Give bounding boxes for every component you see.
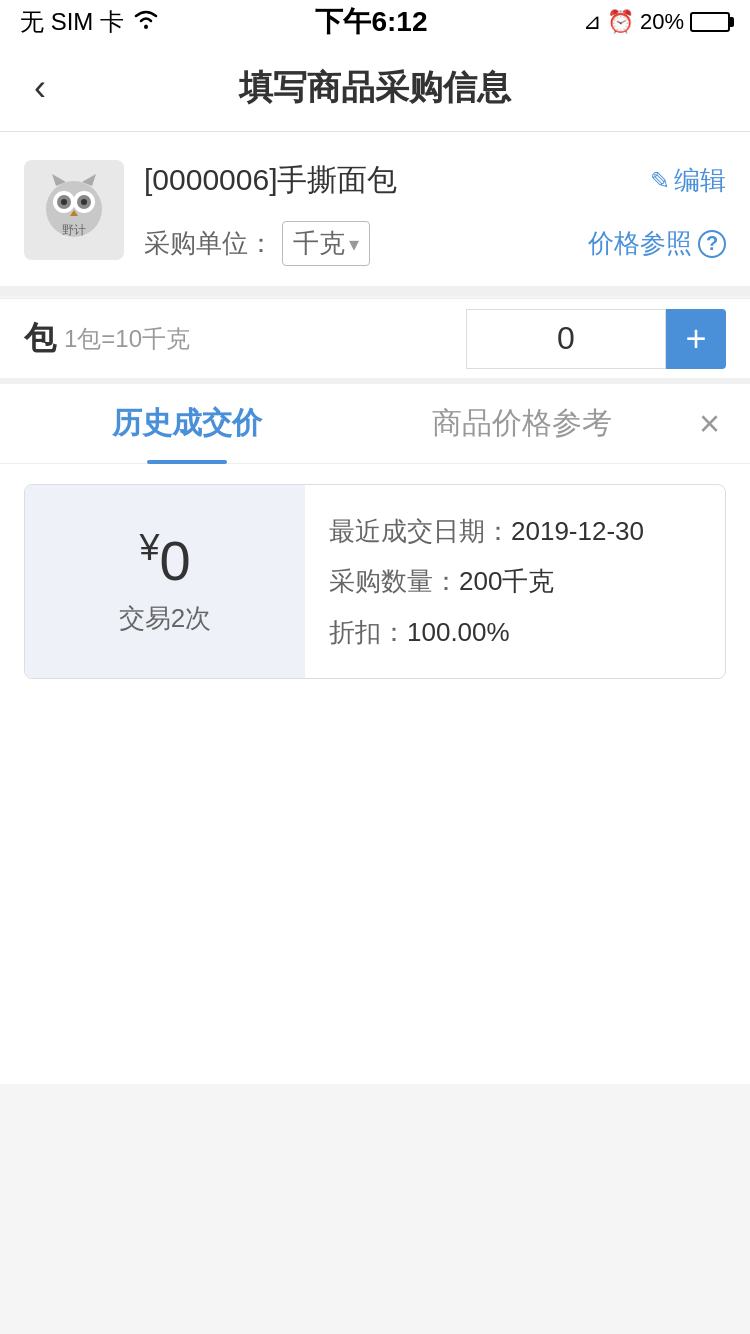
quantity-unit-char: 包	[24, 317, 56, 361]
quantity-input[interactable]: 0	[466, 309, 666, 369]
status-time: 下午6:12	[315, 3, 427, 41]
svg-point-6	[61, 199, 67, 205]
svg-point-0	[144, 25, 148, 29]
quantity-value: 0	[557, 320, 575, 357]
price-display: ¥0	[139, 527, 190, 593]
battery-icon	[690, 12, 730, 32]
transaction-count: 交易2次	[119, 601, 211, 636]
nav-bar: ‹ 填写商品采购信息	[0, 44, 750, 132]
product-thumbnail: 野计	[24, 160, 124, 260]
location-icon: ⊿	[583, 9, 601, 35]
section-divider	[0, 286, 750, 296]
back-button[interactable]: ‹	[24, 57, 56, 119]
edit-icon: ✎	[650, 167, 670, 195]
status-left: 无 SIM 卡	[20, 6, 160, 38]
quantity-label: 包 1包=10千克	[24, 317, 190, 361]
tab-history-label: 历史成交价	[112, 403, 262, 444]
no-sim-text: 无 SIM 卡	[20, 6, 124, 38]
quantity-plus-button[interactable]: +	[666, 309, 726, 369]
tab-close-button[interactable]: ×	[689, 393, 730, 455]
wifi-icon	[132, 8, 160, 36]
price-ref-label: 价格参照	[588, 226, 692, 261]
price-ref-icon: ?	[698, 230, 726, 258]
tab-price-ref-label: 商品价格参考	[432, 403, 612, 444]
page-title: 填写商品采购信息	[239, 65, 511, 111]
quantity-unit-desc: 1包=10千克	[64, 323, 190, 355]
quantity-section: 包 1包=10千克 0 +	[0, 298, 750, 378]
unit-value: 千克	[293, 226, 345, 261]
status-right: ⊿ ⏰ 20%	[583, 9, 730, 35]
product-name: [0000006]手撕面包	[144, 160, 397, 201]
battery-percent: 20%	[640, 9, 684, 35]
unit-label: 采购单位： 千克 ▾	[144, 221, 370, 266]
edit-button[interactable]: ✎ 编辑	[650, 163, 726, 198]
purchase-qty-row: 采购数量：200千克	[329, 563, 701, 599]
tabs-header: 历史成交价 商品价格参考 ×	[0, 384, 750, 464]
price-card-right: 最近成交日期：2019-12-30 采购数量：200千克 折扣：100.00%	[305, 485, 725, 678]
product-image-icon: 野计	[34, 164, 114, 256]
discount-label: 折扣：	[329, 617, 407, 647]
price-card: ¥0 交易2次 最近成交日期：2019-12-30 采购数量：200千克 折扣：…	[24, 484, 726, 679]
price-card-left: ¥0 交易2次	[25, 485, 305, 678]
discount-value: 100.00%	[407, 617, 510, 647]
tab-active-indicator	[147, 460, 227, 464]
recent-date-label: 最近成交日期：	[329, 516, 511, 546]
recent-date-value: 2019-12-30	[511, 516, 644, 546]
product-info: [0000006]手撕面包 ✎ 编辑 采购单位： 千克 ▾ 价格参照 ?	[144, 160, 726, 266]
unit-dropdown-arrow: ▾	[349, 232, 359, 256]
recent-date-row: 最近成交日期：2019-12-30	[329, 513, 701, 549]
price-ref-button[interactable]: 价格参照 ?	[588, 226, 726, 261]
currency-symbol: ¥	[139, 527, 159, 568]
card-section: ¥0 交易2次 最近成交日期：2019-12-30 采购数量：200千克 折扣：…	[0, 464, 750, 699]
unit-select[interactable]: 千克 ▾	[282, 221, 370, 266]
unit-label-text: 采购单位：	[144, 226, 274, 261]
quantity-input-area: 0 +	[190, 309, 726, 369]
tab-history-price[interactable]: 历史成交价	[20, 384, 354, 464]
status-bar: 无 SIM 卡 下午6:12 ⊿ ⏰ 20%	[0, 0, 750, 44]
main-content: 历史成交价 商品价格参考 × ¥0 交易2次 最近成交日期：2019-12-3	[0, 384, 750, 1084]
price-value: 0	[159, 529, 190, 592]
alarm-icon: ⏰	[607, 9, 634, 35]
discount-row: 折扣：100.00%	[329, 614, 701, 650]
purchase-qty-value: 200千克	[459, 566, 554, 596]
purchase-qty-label: 采购数量：	[329, 566, 459, 596]
tab-price-ref[interactable]: 商品价格参考	[354, 384, 688, 464]
product-section: 野计 [0000006]手撕面包 ✎ 编辑 采购单位： 千克 ▾	[0, 132, 750, 286]
svg-text:野计: 野计	[62, 223, 86, 237]
svg-point-7	[81, 199, 87, 205]
edit-label: 编辑	[674, 163, 726, 198]
tabs-section: 历史成交价 商品价格参考 × ¥0 交易2次 最近成交日期：2019-12-3	[0, 384, 750, 699]
